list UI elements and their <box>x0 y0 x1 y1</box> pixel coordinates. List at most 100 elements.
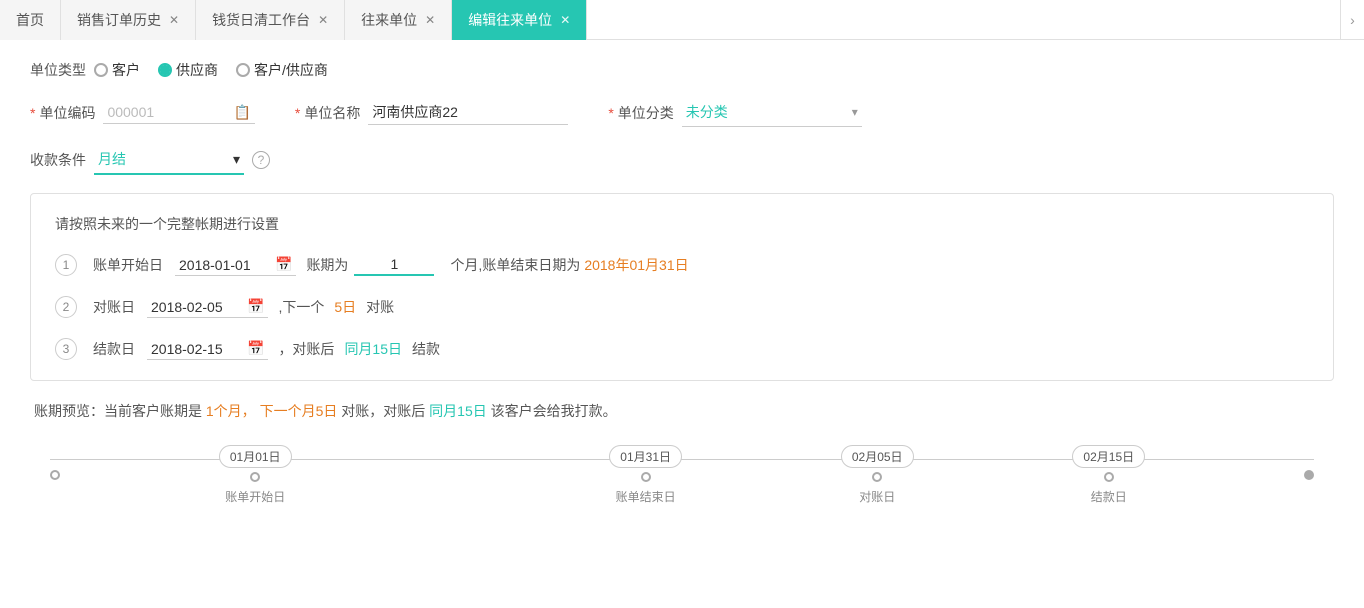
unit-category-value: 未分类 <box>686 102 846 122</box>
step-1-suffix-pre: 账期为 <box>306 255 348 275</box>
unit-category-label: 单位分类 <box>618 103 674 123</box>
step-3-highlight: 同月15日 <box>344 339 402 359</box>
unit-name-group: * 单位名称 <box>295 100 568 125</box>
step-3-suffix-pre: ，对账后 <box>278 339 334 359</box>
step-2-date-input[interactable] <box>151 299 241 315</box>
radio-both-circle <box>236 63 250 77</box>
period-input[interactable] <box>354 254 434 276</box>
payment-terms-select[interactable]: 月结 ▾ <box>94 145 244 175</box>
preview-part2: 下一个月5日 <box>260 403 338 419</box>
step-1-number: 1 <box>55 254 77 276</box>
radio-both[interactable]: 客户/供应商 <box>236 60 328 80</box>
unit-name-label: 单位名称 <box>304 103 360 123</box>
timeline-point-2: 01月31日 账单结束日 <box>609 445 682 505</box>
timeline: 01月01日 账单开始日 01月31日 账单结束日 02月05日 对账日 02月… <box>30 445 1334 505</box>
copy-icon[interactable]: 📋 <box>233 104 250 121</box>
unit-code-field: 📋 <box>103 102 254 124</box>
tab-counterparty[interactable]: 往来单位 ✕ <box>345 0 452 40</box>
step-2-number: 2 <box>55 296 77 318</box>
timeline-label-3: 对账日 <box>859 488 895 505</box>
unit-type-label: 单位类型 <box>30 60 86 80</box>
tab-edit-counterparty[interactable]: 编辑往来单位 ✕ <box>452 0 587 40</box>
tab-sales-history[interactable]: 销售订单历史 ✕ <box>61 0 196 40</box>
tab-sales-history-close[interactable]: ✕ <box>169 13 179 27</box>
preview-part4: 同月15日 <box>429 403 487 419</box>
timeline-start-dot <box>50 470 60 480</box>
unit-category-chevron: ▾ <box>852 105 858 119</box>
timeline-badge-2: 01月31日 <box>609 445 682 468</box>
step-1-end-date: 2018年01月31日 <box>584 255 688 275</box>
payment-terms-help[interactable]: ? <box>252 151 270 169</box>
step-2-suffix-pre: ,下一个 <box>278 297 324 317</box>
payment-terms-label: 收款条件 <box>30 150 86 170</box>
step-3-date-field: 📅 <box>147 338 268 360</box>
radio-supplier[interactable]: 供应商 <box>158 60 218 80</box>
timeline-label-1: 账单开始日 <box>225 488 285 505</box>
timeline-end-dot <box>1304 470 1314 480</box>
step-3-suffix-post: 结款 <box>412 339 440 359</box>
step-1-suffix-post: 个月,账单结束日期为 <box>450 255 580 275</box>
step-2-suffix-post: 对账 <box>366 297 394 317</box>
billing-section: 请按照未来的一个完整帐期进行设置 1 账单开始日 📅 账期为 个月,账单结束日期… <box>30 193 1334 381</box>
step-1-row: 1 账单开始日 📅 账期为 个月,账单结束日期为 2018年01月31日 <box>55 254 1309 276</box>
tab-edit-counterparty-close[interactable]: ✕ <box>560 13 570 27</box>
timeline-point-1: 01月01日 账单开始日 <box>219 445 292 505</box>
timeline-dot-3 <box>872 472 882 482</box>
payment-terms-chevron: ▾ <box>233 151 240 168</box>
preview-part1: 1个月， <box>206 403 256 419</box>
unit-code-group: * 单位编码 📋 <box>30 102 255 124</box>
step-2-calendar-icon[interactable]: 📅 <box>247 298 264 315</box>
radio-customer-label: 客户 <box>112 60 140 80</box>
step-1-calendar-icon[interactable]: 📅 <box>275 256 292 273</box>
timeline-badge-4: 02月15日 <box>1072 445 1145 468</box>
step-3-calendar-icon[interactable]: 📅 <box>247 340 264 357</box>
timeline-point-3: 02月05日 对账日 <box>841 445 914 505</box>
page-content: 单位类型 客户 供应商 客户/供应商 * 单位编码 📋 <box>0 40 1364 608</box>
step-3-date-input[interactable] <box>151 341 241 357</box>
unit-code-input[interactable] <box>107 104 227 120</box>
timeline-label-2: 账单结束日 <box>616 488 676 505</box>
radio-customer[interactable]: 客户 <box>94 60 140 80</box>
tab-home-label: 首页 <box>16 10 44 30</box>
step-3-number: 3 <box>55 338 77 360</box>
step-2-highlight: 5日 <box>334 297 356 317</box>
timeline-dot-1 <box>250 472 260 482</box>
tabs-overflow-button[interactable]: › <box>1340 0 1364 40</box>
tab-counterparty-label: 往来单位 <box>361 10 417 30</box>
preview-label: 账期预览：当前客户账期是 <box>34 403 202 419</box>
step-2-label: 对账日 <box>93 297 135 317</box>
unit-fields-row: * 单位编码 📋 * 单位名称 * 单位分类 未分类 ▾ <box>30 98 1334 127</box>
preview-part3: 对账，对账后 <box>341 403 425 419</box>
tab-sales-history-label: 销售订单历史 <box>77 10 161 30</box>
step-2-row: 2 对账日 📅 ,下一个 5日 对账 <box>55 296 1309 318</box>
step-1-date-field: 📅 <box>175 254 296 276</box>
tabs-bar: 首页 销售订单历史 ✕ 钱货日清工作台 ✕ 往来单位 ✕ 编辑往来单位 ✕ › <box>0 0 1364 40</box>
tab-home[interactable]: 首页 <box>0 0 61 40</box>
unit-type-radio-group: 客户 供应商 客户/供应商 <box>94 60 328 80</box>
step-2-date-field: 📅 <box>147 296 268 318</box>
timeline-badge-1: 01月01日 <box>219 445 292 468</box>
unit-code-star: * <box>30 105 35 121</box>
step-3-label: 结款日 <box>93 339 135 359</box>
step-1-label: 账单开始日 <box>93 255 163 275</box>
unit-name-input[interactable] <box>368 100 568 125</box>
preview-part5: 该客户会给我打款。 <box>491 403 617 419</box>
tab-cash-work-close[interactable]: ✕ <box>318 13 328 27</box>
radio-both-label: 客户/供应商 <box>254 60 328 80</box>
timeline-dot-4 <box>1104 472 1114 482</box>
preview-section: 账期预览：当前客户账期是 1个月， 下一个月5日 对账，对账后 同月15日 该客… <box>30 401 1334 421</box>
section-description: 请按照未来的一个完整帐期进行设置 <box>55 214 1309 234</box>
step-3-row: 3 结款日 📅 ，对账后 同月15日 结款 <box>55 338 1309 360</box>
unit-category-select[interactable]: 未分类 ▾ <box>682 98 862 127</box>
payment-terms-value: 月结 <box>98 149 233 169</box>
tab-counterparty-close[interactable]: ✕ <box>425 13 435 27</box>
tab-edit-counterparty-label: 编辑往来单位 <box>468 10 552 30</box>
unit-name-star: * <box>295 105 300 121</box>
unit-type-row: 单位类型 客户 供应商 客户/供应商 <box>30 60 1334 80</box>
timeline-point-4: 02月15日 结款日 <box>1072 445 1145 505</box>
timeline-label-4: 结款日 <box>1091 488 1127 505</box>
tab-cash-work[interactable]: 钱货日清工作台 ✕ <box>196 0 345 40</box>
unit-category-star: * <box>608 105 613 121</box>
unit-category-group: * 单位分类 未分类 ▾ <box>608 98 861 127</box>
step-1-date-input[interactable] <box>179 257 269 273</box>
